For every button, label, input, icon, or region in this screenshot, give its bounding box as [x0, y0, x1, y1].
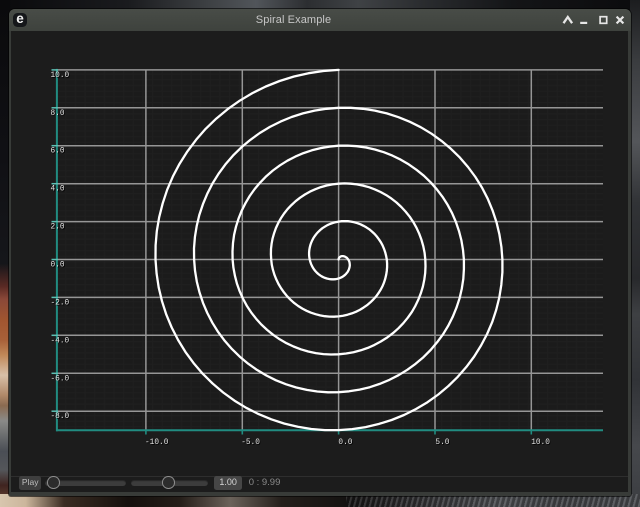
- svg-text:8.0: 8.0: [51, 109, 65, 117]
- svg-text:2.0: 2.0: [51, 223, 65, 231]
- svg-text:10.0: 10.0: [51, 71, 70, 79]
- svg-text:6.0: 6.0: [51, 147, 65, 155]
- svg-text:-8.0: -8.0: [51, 413, 70, 421]
- svg-text:-10.0: -10.0: [145, 439, 169, 447]
- svg-text:-4.0: -4.0: [51, 337, 70, 345]
- svg-text:5.0: 5.0: [435, 439, 449, 447]
- svg-text:10.0: 10.0: [531, 439, 550, 447]
- svg-text:4.0: 4.0: [51, 185, 65, 193]
- svg-text:-2.0: -2.0: [51, 299, 70, 307]
- svg-text:0.0: 0.0: [51, 261, 65, 269]
- svg-text:-6.0: -6.0: [51, 375, 70, 383]
- svg-text:-5.0: -5.0: [241, 439, 260, 447]
- svg-text:0.0: 0.0: [338, 439, 352, 447]
